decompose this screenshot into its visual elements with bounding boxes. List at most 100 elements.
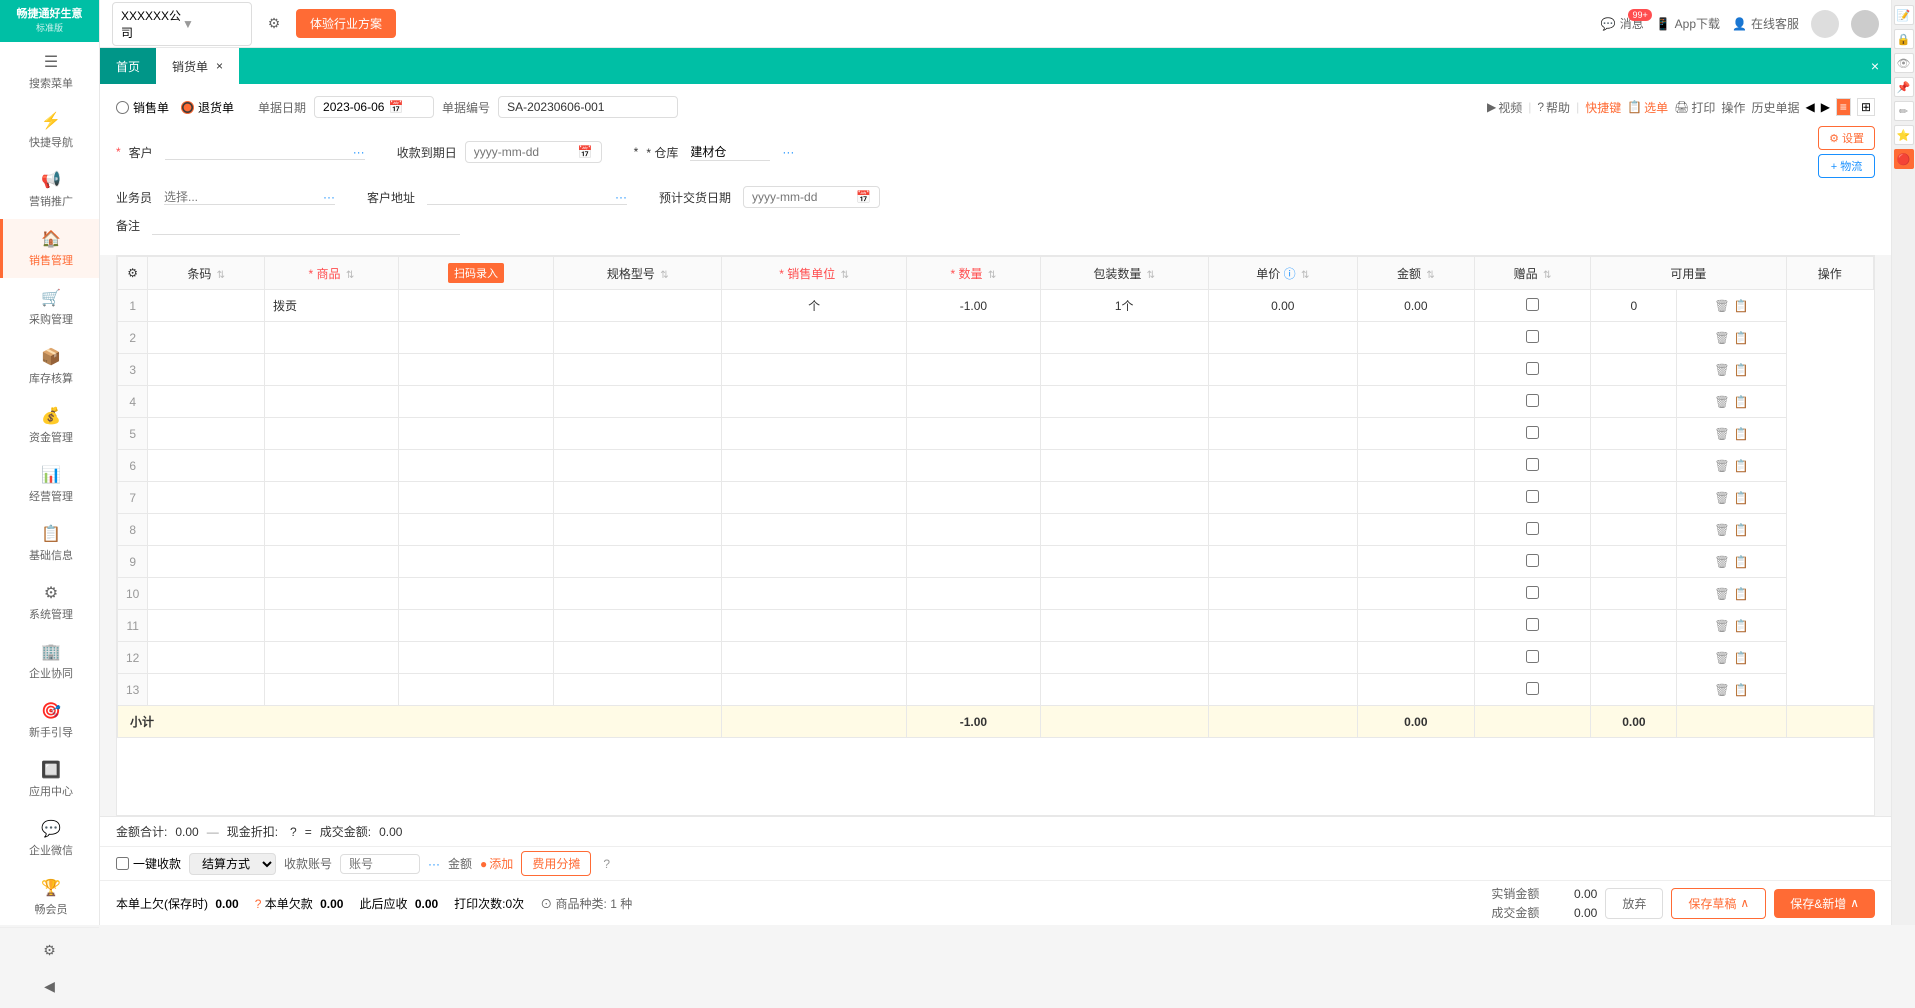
sidebar-item-wechat[interactable]: 💬 企业微信 bbox=[0, 809, 99, 868]
sort-product[interactable]: ⇅ bbox=[346, 270, 354, 281]
row-gift-check-8[interactable] bbox=[1526, 554, 1539, 567]
sort-amount[interactable]: ⇅ bbox=[1426, 270, 1434, 281]
row-product-1[interactable] bbox=[265, 322, 399, 354]
sort-gift[interactable]: ⇅ bbox=[1543, 270, 1551, 281]
row-pack-qty-6[interactable] bbox=[1040, 482, 1208, 514]
row-unit-4[interactable] bbox=[722, 418, 907, 450]
row-gift-check-7[interactable] bbox=[1526, 522, 1539, 535]
row-spec-6[interactable] bbox=[554, 482, 722, 514]
row-pack-qty-7[interactable] bbox=[1040, 514, 1208, 546]
row-product-0[interactable]: 拨贡 bbox=[265, 290, 399, 322]
sort-qty[interactable]: ⇅ bbox=[988, 270, 996, 281]
row-qty-0[interactable]: -1.00 bbox=[907, 290, 1041, 322]
row-amount-8[interactable] bbox=[1358, 546, 1475, 578]
row-product-8[interactable] bbox=[265, 546, 399, 578]
sidebar-item-marketing[interactable]: 📢 营销推广 bbox=[0, 160, 99, 219]
row-delete-12[interactable]: 🗑 bbox=[1714, 683, 1729, 697]
sidebar-item-sales[interactable]: 🏠 销售管理 bbox=[0, 219, 99, 278]
sidebar-item-purchase[interactable]: 🛒 采购管理 bbox=[0, 278, 99, 337]
row-price-6[interactable] bbox=[1208, 482, 1357, 514]
price-info-icon[interactable]: ⓘ bbox=[1284, 267, 1296, 281]
row-unit-7[interactable] bbox=[722, 514, 907, 546]
operate-btn[interactable]: 操作 bbox=[1721, 99, 1745, 116]
row-spec-5[interactable] bbox=[554, 450, 722, 482]
row-copy-1[interactable]: 📋 bbox=[1734, 331, 1749, 345]
payment-method-select[interactable]: 结算方式 bbox=[189, 853, 276, 875]
topbar-gear-btn[interactable]: ⚙ bbox=[260, 10, 288, 38]
online-service-btn[interactable]: 👤 在线客服 bbox=[1732, 15, 1799, 32]
row-qty-3[interactable] bbox=[907, 386, 1041, 418]
sidebar-item-capital[interactable]: 💰 资金管理 bbox=[0, 396, 99, 455]
sidebar-item-newbie[interactable]: 🎯 新手引导 bbox=[0, 691, 99, 750]
row-pack-qty-5[interactable] bbox=[1040, 450, 1208, 482]
row-price-8[interactable] bbox=[1208, 546, 1357, 578]
view-grid-btn[interactable]: ⊞ bbox=[1857, 98, 1875, 116]
row-delete-8[interactable]: 🗑 bbox=[1714, 555, 1729, 569]
row-qty-6[interactable] bbox=[907, 482, 1041, 514]
row-spec-4[interactable] bbox=[554, 418, 722, 450]
sidebar-item-search[interactable]: ☰ 搜索菜单 bbox=[0, 42, 99, 101]
tab-sales-order[interactable]: 销货单 × bbox=[156, 48, 239, 84]
row-barcode-1[interactable] bbox=[148, 322, 265, 354]
account-dots[interactable]: ··· bbox=[428, 857, 440, 871]
row-delete-9[interactable]: 🗑 bbox=[1714, 587, 1729, 601]
row-spec-2[interactable] bbox=[554, 354, 722, 386]
scan-btn[interactable]: 扫码录入 bbox=[448, 263, 504, 283]
row-delete-3[interactable]: 🗑 bbox=[1714, 395, 1729, 409]
customer-address-wrap[interactable]: ··· bbox=[427, 190, 627, 205]
row-product-7[interactable] bbox=[265, 514, 399, 546]
trial-btn[interactable]: 体验行业方案 bbox=[296, 9, 396, 38]
sidebar-item-member[interactable]: 🏆 畅会员 bbox=[0, 868, 99, 927]
customer-dots[interactable]: ··· bbox=[353, 145, 365, 159]
row-gift-check-10[interactable] bbox=[1526, 618, 1539, 631]
row-price-3[interactable] bbox=[1208, 386, 1357, 418]
row-qty-8[interactable] bbox=[907, 546, 1041, 578]
app-download-btn[interactable]: 📱 App下载 bbox=[1656, 15, 1720, 32]
sidebar-item-shortcut[interactable]: ⚡ 快捷导航 bbox=[0, 101, 99, 160]
right-btn-6[interactable]: ⭐ bbox=[1894, 125, 1914, 145]
row-gift-check-9[interactable] bbox=[1526, 586, 1539, 599]
row-delete-7[interactable]: 🗑 bbox=[1714, 523, 1729, 537]
row-amount-1[interactable] bbox=[1358, 322, 1475, 354]
tab-close-icon[interactable]: × bbox=[216, 59, 223, 73]
row-amount-0[interactable]: 0.00 bbox=[1358, 290, 1475, 322]
sidebar-settings-btn[interactable]: ⚙ bbox=[36, 936, 64, 964]
right-btn-2[interactable]: 🔒 bbox=[1894, 29, 1914, 49]
row-gift-check-11[interactable] bbox=[1526, 650, 1539, 663]
sort-price[interactable]: ⇅ bbox=[1301, 270, 1309, 281]
row-barcode-9[interactable] bbox=[148, 578, 265, 610]
row-product-6[interactable] bbox=[265, 482, 399, 514]
account-input[interactable] bbox=[340, 854, 420, 874]
row-copy-11[interactable]: 📋 bbox=[1734, 651, 1749, 665]
row-gift-check-5[interactable] bbox=[1526, 458, 1539, 471]
row-unit-0[interactable]: 个 bbox=[722, 290, 907, 322]
one-click-pay-checkbox[interactable]: 一键收款 bbox=[116, 855, 181, 872]
row-unit-8[interactable] bbox=[722, 546, 907, 578]
row-gift-8[interactable] bbox=[1474, 546, 1591, 578]
row-unit-5[interactable] bbox=[722, 450, 907, 482]
row-barcode-5[interactable] bbox=[148, 450, 265, 482]
row-amount-10[interactable] bbox=[1358, 610, 1475, 642]
row-unit-2[interactable] bbox=[722, 354, 907, 386]
row-pack-qty-1[interactable] bbox=[1040, 322, 1208, 354]
row-spec-7[interactable] bbox=[554, 514, 722, 546]
row-unit-1[interactable] bbox=[722, 322, 907, 354]
row-gift-check-1[interactable] bbox=[1526, 330, 1539, 343]
row-gift-12[interactable] bbox=[1474, 674, 1591, 706]
nav-next-btn[interactable]: ▶ bbox=[1821, 100, 1830, 114]
row-gift-5[interactable] bbox=[1474, 450, 1591, 482]
row-amount-6[interactable] bbox=[1358, 482, 1475, 514]
warehouse-input-wrap[interactable]: 建材仓 bbox=[690, 143, 770, 161]
row-qty-5[interactable] bbox=[907, 450, 1041, 482]
row-qty-10[interactable] bbox=[907, 610, 1041, 642]
print-btn[interactable]: 🖨 打印 bbox=[1674, 99, 1715, 116]
row-qty-2[interactable] bbox=[907, 354, 1041, 386]
choose-order-btn[interactable]: 📋 选单 bbox=[1627, 99, 1668, 116]
right-btn-7[interactable]: 🔴 bbox=[1894, 149, 1914, 169]
expense-help-icon[interactable]: ? bbox=[603, 857, 610, 871]
row-gift-2[interactable] bbox=[1474, 354, 1591, 386]
row-barcode-6[interactable] bbox=[148, 482, 265, 514]
row-spec-8[interactable] bbox=[554, 546, 722, 578]
row-amount-7[interactable] bbox=[1358, 514, 1475, 546]
right-btn-3[interactable]: 👁 bbox=[1894, 53, 1914, 73]
